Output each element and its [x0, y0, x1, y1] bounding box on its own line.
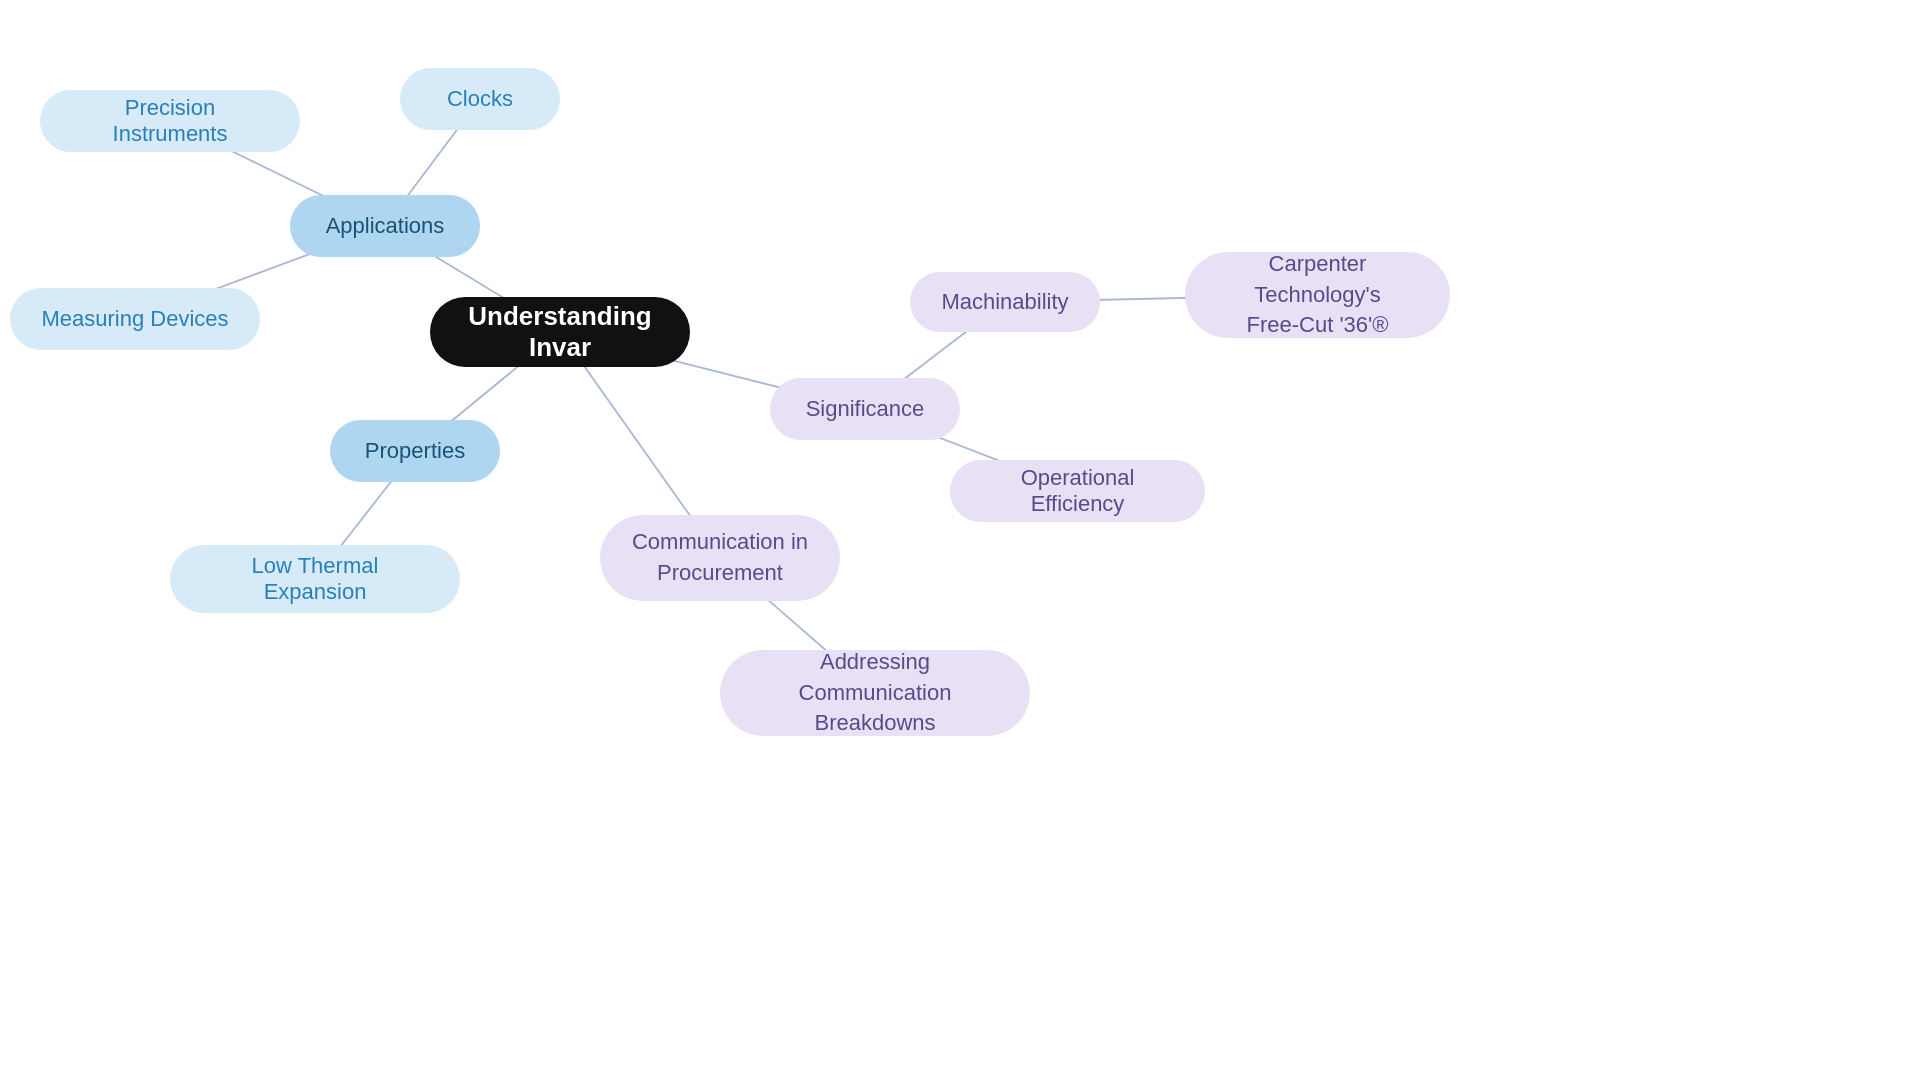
node-operational-efficiency: Operational Efficiency [950, 460, 1205, 522]
node-comm-proc-label: Communication in Procurement [632, 527, 808, 589]
node-carpenter-technology: Carpenter Technology's Free-Cut '36'® [1185, 252, 1450, 338]
node-applications-label: Applications [326, 213, 445, 239]
node-addressing-label: Addressing Communication Breakdowns [748, 647, 1002, 739]
node-carpenter-label: Carpenter Technology's Free-Cut '36'® [1213, 249, 1422, 341]
node-properties: Properties [330, 420, 500, 482]
node-properties-label: Properties [365, 438, 465, 464]
node-operational-label: Operational Efficiency [978, 465, 1177, 517]
node-machinability-label: Machinability [941, 289, 1068, 315]
node-machinability: Machinability [910, 272, 1100, 332]
node-low-thermal-expansion: Low Thermal Expansion [170, 545, 460, 613]
node-addressing-breakdowns: Addressing Communication Breakdowns [720, 650, 1030, 736]
node-precision-instruments: Precision Instruments [40, 90, 300, 152]
node-significance-label: Significance [806, 396, 925, 422]
node-applications: Applications [290, 195, 480, 257]
node-communication-procurement: Communication in Procurement [600, 515, 840, 601]
node-precision-label: Precision Instruments [68, 95, 272, 147]
node-measuring-devices: Measuring Devices [10, 288, 260, 350]
node-measuring-label: Measuring Devices [41, 306, 228, 332]
node-low-thermal-label: Low Thermal Expansion [198, 553, 432, 605]
node-clocks: Clocks [400, 68, 560, 130]
node-significance: Significance [770, 378, 960, 440]
node-clocks-label: Clocks [447, 86, 513, 112]
center-node: Understanding Invar [430, 297, 690, 367]
